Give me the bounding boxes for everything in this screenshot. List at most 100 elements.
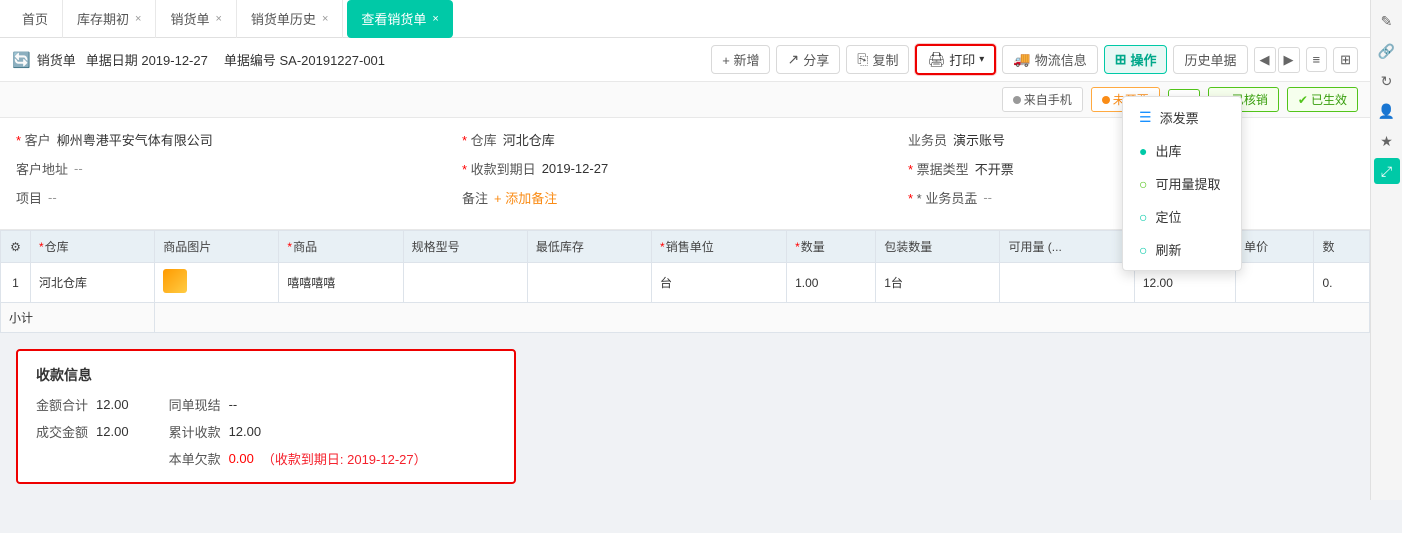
outbound-icon: ● (1139, 143, 1147, 159)
total-amount-value: 12.00 (96, 397, 129, 412)
add-invoice-icon: ☰ (1139, 109, 1152, 126)
nav-arrows: ◀ ▶ (1254, 47, 1300, 73)
product-image (163, 269, 187, 293)
sidebar-star-icon[interactable]: ★ (1374, 128, 1400, 154)
payment-col-2: 同单现结 -- 累计收款 12.00 本单欠款 0.00 （收款到期日: 201… (169, 395, 427, 468)
note-field: 备注 + 添加备注 (462, 188, 908, 207)
from-phone-button[interactable]: 来自手机 (1002, 87, 1083, 112)
row-pack-qty: 1台 (876, 263, 1000, 303)
arrears-label: 本单欠款 (169, 449, 221, 468)
close-check-sales[interactable]: × (432, 13, 438, 25)
row-warehouse: 河北仓库 (31, 263, 155, 303)
copy-icon: ⎘ (857, 51, 868, 68)
sidebar-link-icon[interactable]: 🔗 (1374, 38, 1400, 64)
col-sales-unit: *销售单位 (652, 231, 787, 263)
same-order-label: 同单现结 (169, 395, 221, 414)
col-available: 可用量 (... (1000, 231, 1134, 263)
tab-bar: 首页 库存期初 × 销货单 × 销货单历史 × 查看销货单 × × (0, 0, 1402, 38)
logistics-icon: 🚚 (1013, 51, 1030, 68)
project-label: 项目 (16, 188, 42, 207)
ops-button[interactable]: ⊞ 操作 (1104, 45, 1168, 74)
customer-field: 客户 柳州粤港平安气体有限公司 (16, 130, 462, 149)
tab-check-sales[interactable]: 查看销货单 × (347, 0, 452, 38)
effective-badge[interactable]: ✔ 已生效 (1287, 87, 1358, 112)
sidebar-user-icon[interactable]: 👤 (1374, 98, 1400, 124)
tab-home[interactable]: 首页 (8, 0, 63, 38)
address-value: -- (74, 161, 83, 176)
sidebar-refresh-icon[interactable]: ↻ (1374, 68, 1400, 94)
row-no: 1 (1, 263, 31, 303)
address-field: 客户地址 -- (16, 159, 462, 178)
warehouse-value: 河北仓库 (503, 130, 555, 149)
subtotal-label: 小计 (1, 303, 155, 333)
col-gear[interactable]: ⚙ (1, 231, 31, 263)
row-sales-unit: 台 (652, 263, 787, 303)
row-unit-price (1236, 263, 1314, 303)
sales-staff-value: -- (983, 190, 992, 205)
tab-sales-order[interactable]: 销货单 × (156, 0, 236, 38)
ticket-type-value: 不开票 (975, 159, 1014, 178)
add-invoice-label: 添发票 (1160, 108, 1199, 127)
share-button[interactable]: ↗ 分享 (776, 45, 840, 74)
row-quantity: 1.00 (787, 263, 876, 303)
list-view-button[interactable]: ≡ (1306, 47, 1328, 72)
new-button[interactable]: + 新增 (711, 45, 770, 74)
logistics-button[interactable]: 🚚 物流信息 (1002, 45, 1097, 74)
cumulative-value: 12.00 (229, 424, 262, 439)
tab-sales-history[interactable]: 销货单历史 × (237, 0, 343, 38)
bottom-area: 收款信息 金额合计 12.00 成交金额 12.00 (0, 333, 1370, 500)
row-product-img (155, 263, 279, 303)
doc-type-icon: 🔄 (12, 51, 31, 69)
col-product: *商品 (279, 231, 403, 263)
print-icon: 🖨 (927, 51, 945, 68)
prev-button[interactable]: ◀ (1254, 47, 1276, 73)
project-field: 项目 -- (16, 188, 462, 207)
print-dropdown-arrow[interactable]: ▾ (979, 54, 984, 65)
cumulative-row: 累计收款 12.00 (169, 422, 427, 441)
tab-inventory-init[interactable]: 库存期初 × (63, 0, 156, 38)
row-amount: 0. (1314, 263, 1370, 303)
close-sales-order[interactable]: × (215, 13, 221, 25)
print-button[interactable]: 🖨 打印 ▾ (915, 44, 996, 75)
dropdown-outbound[interactable]: ● 出库 (1123, 134, 1241, 167)
deal-amount-value: 12.00 (96, 424, 129, 439)
dropdown-refresh[interactable]: ○ 刷新 (1123, 233, 1241, 266)
history-button[interactable]: 历史单据 (1173, 45, 1247, 74)
dropdown-add-invoice[interactable]: ☰ 添发票 (1123, 101, 1241, 134)
deal-amount-row: 成交金额 12.00 (36, 422, 129, 441)
available-qty-label: 可用量提取 (1155, 174, 1220, 193)
payment-col-1: 金额合计 12.00 成交金额 12.00 (36, 395, 129, 468)
toolbar-right: + 新增 ↗ 分享 ⎘ 复制 🖨 打印 ▾ 🚚 物流信息 (711, 44, 1358, 75)
add-note-button[interactable]: + 添加备注 (494, 188, 557, 207)
close-inventory-init[interactable]: × (135, 13, 141, 25)
right-sidebar: ✎ 🔗 ↻ 👤 ★ ⤢ (1370, 0, 1402, 500)
doc-date-label: 单据日期 2019-12-27 (86, 50, 208, 69)
project-value: -- (48, 190, 57, 205)
same-order-row: 同单现结 -- (169, 395, 427, 414)
copy-button[interactable]: ⎘ 复制 (846, 45, 909, 74)
effective-icon: ✔ (1298, 93, 1308, 107)
col-pack-qty: 包装数量 (876, 231, 1000, 263)
close-sales-history[interactable]: × (322, 13, 328, 25)
sidebar-expand-icon[interactable]: ⤢ (1374, 158, 1400, 184)
total-amount-row: 金额合计 12.00 (36, 395, 129, 414)
subtotal-row: 小计 (1, 303, 1370, 333)
subtotal-values (155, 303, 1370, 333)
payment-date-label: 收款到期日 (462, 159, 536, 178)
next-button[interactable]: ▶ (1278, 47, 1300, 73)
dropdown-locate[interactable]: ○ 定位 (1123, 200, 1241, 233)
dropdown-available-qty[interactable]: ○ 可用量提取 (1123, 167, 1241, 200)
sidebar-edit-icon[interactable]: ✎ (1374, 8, 1400, 34)
row-min-stock (527, 263, 651, 303)
grid-view-button[interactable]: ⊞ (1333, 47, 1358, 73)
row-product: 嘻嘻嘻嘻 (279, 263, 403, 303)
doc-title: 🔄 销货单 (12, 50, 76, 69)
available-qty-icon: ○ (1139, 176, 1147, 192)
col-unit-price: 单价 (1236, 231, 1314, 263)
doc-no-label: 单据编号 SA-20191227-001 (224, 50, 385, 69)
row-available (1000, 263, 1134, 303)
staff-value: 演示账号 (953, 130, 1005, 149)
payment-info-title: 收款信息 (36, 365, 496, 385)
ops-icon: ⊞ (1115, 51, 1127, 68)
arrears-row: 本单欠款 0.00 （收款到期日: 2019-12-27） (169, 449, 427, 468)
